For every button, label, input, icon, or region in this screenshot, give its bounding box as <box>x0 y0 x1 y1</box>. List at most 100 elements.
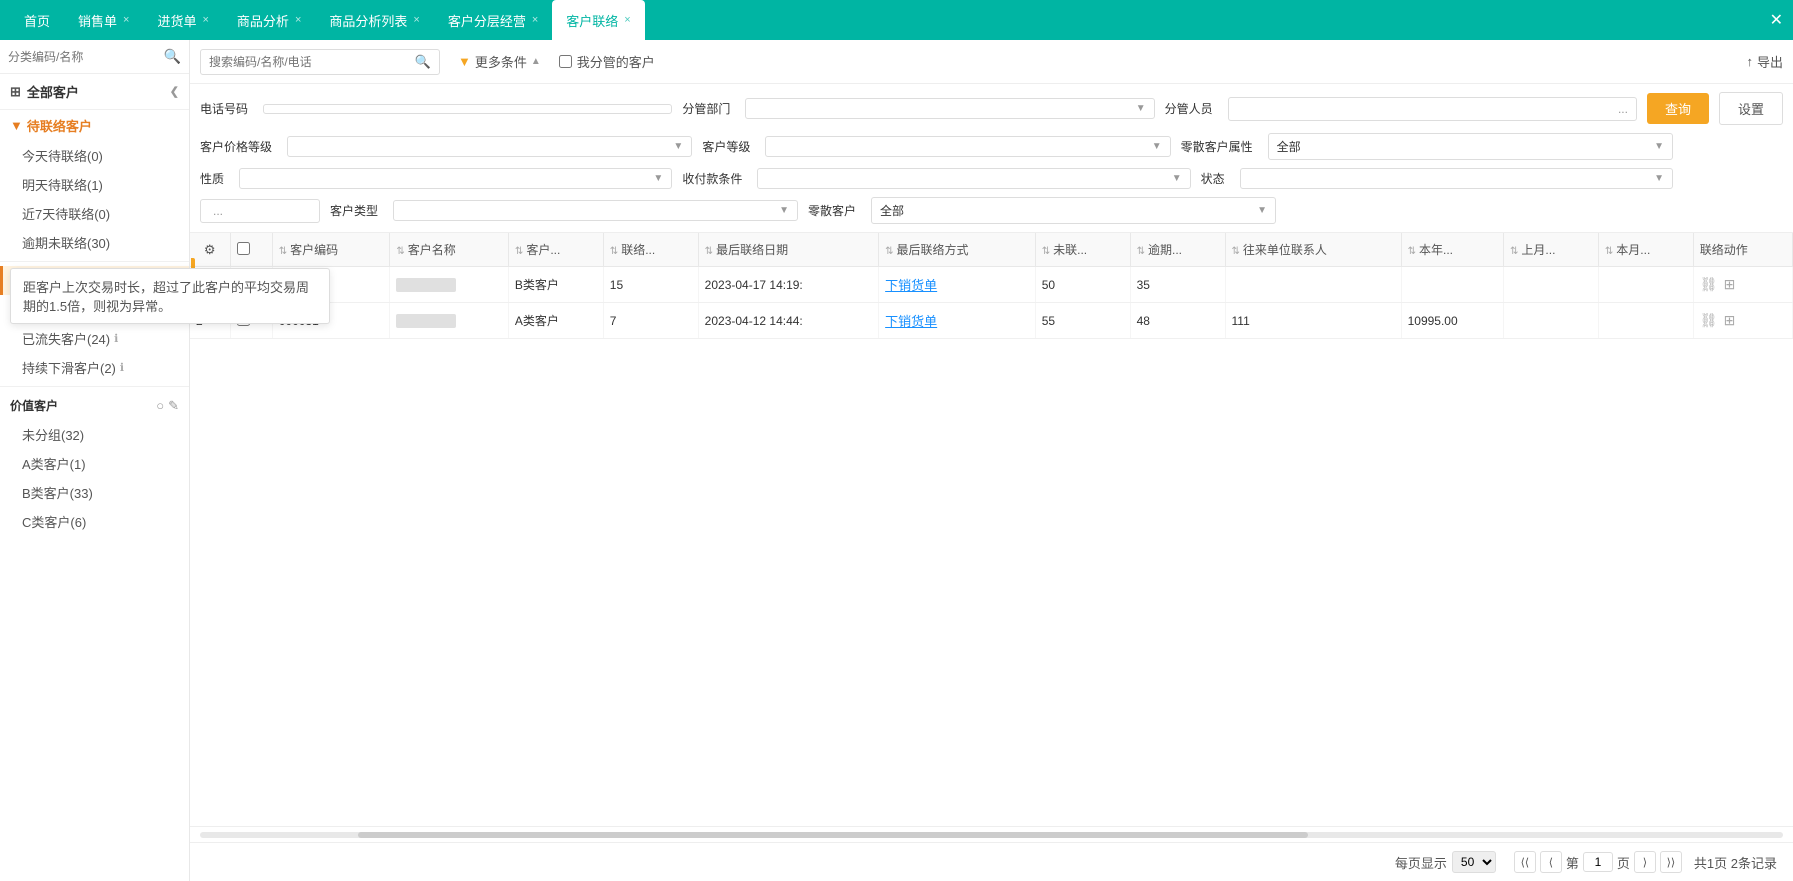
sort-icon: ⇅ <box>705 246 713 257</box>
close-icon[interactable]: × <box>123 14 129 26</box>
search-icon[interactable]: 🔍 <box>415 54 431 70</box>
gear-icon[interactable]: ⚙ <box>204 242 216 257</box>
sidebar-item-today-pending[interactable]: 今天待联络(0) <box>0 141 189 170</box>
nav-customer-tier[interactable]: 客户分层经营 × <box>434 0 552 40</box>
sidebar-search-icon[interactable]: 🔍 <box>164 48 181 65</box>
data-table: ⚙ ⇅客户编码 ⇅客户名称 ⇅客户... <box>190 233 1793 339</box>
first-page-button[interactable]: ⟨⟨ <box>1514 851 1536 873</box>
sidebar-value-group[interactable]: 价值客户 ○ ✎ <box>0 391 189 420</box>
settings-button[interactable]: 设置 <box>1719 92 1783 125</box>
td-last-month <box>1504 303 1599 339</box>
close-icon[interactable]: × <box>624 14 630 26</box>
sidebar-item-a-class[interactable]: A类客户(1) <box>0 449 189 478</box>
th-uncontacted[interactable]: ⇅未联... <box>1035 233 1130 267</box>
th-last-contact-method[interactable]: ⇅最后联络方式 <box>879 233 1036 267</box>
search-input[interactable] <box>209 55 411 69</box>
customer-type-select[interactable]: ▼ <box>393 200 798 221</box>
sidebar-item-churned[interactable]: 已流失客户(24) ℹ <box>0 324 189 353</box>
th-type[interactable]: ⇅客户... <box>508 233 603 267</box>
close-icon[interactable]: × <box>202 14 208 26</box>
close-icon[interactable]: × <box>532 14 538 26</box>
page-number-input[interactable] <box>1583 852 1613 872</box>
payment-select[interactable]: ▼ <box>757 168 1190 189</box>
customer-level-select[interactable]: ▼ <box>765 136 1170 157</box>
top-navigation: 首页 销售单 × 进货单 × 商品分析 × 商品分析列表 × 客户分层经营 × … <box>0 0 1793 40</box>
grid-action-icon[interactable]: ⊞ <box>1724 276 1736 293</box>
th-current-month[interactable]: ⇅本月... <box>1598 233 1693 267</box>
td-last-method[interactable]: 下销货单 <box>879 267 1036 303</box>
my-customers-checkbox[interactable] <box>559 55 572 68</box>
th-last-contact-date[interactable]: ⇅最后联络日期 <box>698 233 878 267</box>
export-button[interactable]: ↑ 导出 <box>1746 52 1783 71</box>
th-unit-contact[interactable]: ⇅往来单位联系人 <box>1225 233 1401 267</box>
horizontal-scrollbar[interactable] <box>190 826 1793 842</box>
circle-icon[interactable]: ○ <box>156 398 164 414</box>
status-select[interactable]: ▼ <box>1240 168 1673 189</box>
dept-field[interactable]: ▼ <box>745 98 1154 119</box>
sidebar-item-ungrouped[interactable]: 未分组(32) <box>0 420 189 449</box>
th-contact-count[interactable]: ⇅联络... <box>603 233 698 267</box>
scroll-track[interactable] <box>200 832 1783 838</box>
close-icon[interactable]: × <box>413 14 419 26</box>
td-last-method[interactable]: 下销货单 <box>879 303 1036 339</box>
sidebar-item-c-class[interactable]: C类客户(6) <box>0 507 189 536</box>
blurred-name <box>396 278 456 292</box>
person-field[interactable]: ... <box>1228 97 1637 121</box>
prev-page-button[interactable]: ⟨ <box>1540 851 1562 873</box>
sidebar-item-b-class[interactable]: B类客户(33) <box>0 478 189 507</box>
next-page-button[interactable]: ⟩ <box>1634 851 1656 873</box>
filter-row-4: ... 客户类型 ▼ 零散客户 全部 ▼ <box>200 197 1783 224</box>
chevron-down-icon: ▼ <box>1654 173 1664 184</box>
th-gear[interactable]: ⚙ <box>190 233 230 267</box>
th-current-year[interactable]: ⇅本年... <box>1401 233 1503 267</box>
filter-panel: 电话号码 分管部门 ▼ 分管人员 ... 查询 设置 客户价格等 <box>190 84 1793 233</box>
nav-product-analysis-list[interactable]: 商品分析列表 × <box>315 0 433 40</box>
th-code[interactable]: ⇅客户编码 <box>272 233 390 267</box>
phone-field[interactable] <box>263 104 672 114</box>
query-button[interactable]: 查询 <box>1647 93 1709 124</box>
retail-attr-select[interactable]: 全部 ▼ <box>1268 133 1673 160</box>
close-icon[interactable]: × <box>295 14 301 26</box>
price-level-select[interactable]: ▼ <box>287 136 692 157</box>
nav-customer-contact[interactable]: 客户联络 × <box>552 0 644 40</box>
link-action-icon[interactable]: ⛓ <box>1700 276 1718 293</box>
page-navigation: ⟨⟨ ⟨ 第 页 ⟩ ⟩⟩ 共1页 2条记录 <box>1514 851 1777 873</box>
th-checkbox[interactable] <box>230 233 272 267</box>
th-overdue[interactable]: ⇅逾期... <box>1130 233 1225 267</box>
gender-select[interactable]: ▼ <box>239 168 672 189</box>
sidebar-item-declining[interactable]: 持续下滑客户(2) ℹ <box>0 353 189 382</box>
link-action-icon[interactable]: ⛓ <box>1700 312 1718 329</box>
blurred-name <box>396 314 456 328</box>
td-action: ⛓ ⊞ <box>1693 267 1792 303</box>
more-filter-field[interactable]: ... <box>200 199 320 223</box>
scroll-thumb[interactable] <box>358 832 1308 838</box>
last-page-button[interactable]: ⟩⟩ <box>1660 851 1682 873</box>
nav-sales-order[interactable]: 销售单 × <box>64 0 143 40</box>
th-action: 联络动作 <box>1693 233 1792 267</box>
table-header-row: ⚙ ⇅客户编码 ⇅客户名称 ⇅客户... <box>190 233 1793 267</box>
edit-icon[interactable]: ✎ <box>168 398 179 414</box>
sidebar-item-7days-pending[interactable]: 近7天待联络(0) <box>0 199 189 228</box>
sort-icon: ⇅ <box>1137 246 1145 257</box>
th-name[interactable]: ⇅客户名称 <box>390 233 509 267</box>
sidebar-search-input[interactable] <box>8 50 164 64</box>
chevron-down-icon: ▼ <box>779 205 789 216</box>
more-conditions-button[interactable]: ▼ 更多条件 ▲ <box>450 48 549 75</box>
sidebar-all-customers[interactable]: ⊞ 全部客户 ❮ <box>0 74 189 110</box>
sidebar-group-pending-contact[interactable]: ▼ 待联络客户 <box>0 110 189 141</box>
filter-row-2: 客户价格等级 ▼ 客户等级 ▼ 零散客户属性 全部 ▼ <box>200 133 1783 160</box>
sidebar-item-tomorrow-pending[interactable]: 明天待联络(1) <box>0 170 189 199</box>
retail-customer-select[interactable]: 全部 ▼ <box>871 197 1276 224</box>
sort-icon: ⇅ <box>1408 246 1416 257</box>
nav-home[interactable]: 首页 <box>10 0 64 40</box>
nav-purchase-order[interactable]: 进货单 × <box>143 0 222 40</box>
window-close-button[interactable]: ✕ <box>1770 10 1783 30</box>
th-last-month[interactable]: ⇅上月... <box>1504 233 1599 267</box>
grid-action-icon[interactable]: ⊞ <box>1724 312 1736 329</box>
sidebar-edit-icons: ○ ✎ <box>156 398 179 414</box>
page-size-select[interactable]: 50 <box>1452 851 1496 873</box>
sidebar-item-overdue-pending[interactable]: 逾期未联络(30) <box>0 228 189 257</box>
nav-product-analysis[interactable]: 商品分析 × <box>223 0 315 40</box>
select-all-checkbox[interactable] <box>237 242 250 255</box>
content-area: 🔍 ▼ 更多条件 ▲ 我分管的客户 ↑ 导出 电话号码 <box>190 40 1793 881</box>
